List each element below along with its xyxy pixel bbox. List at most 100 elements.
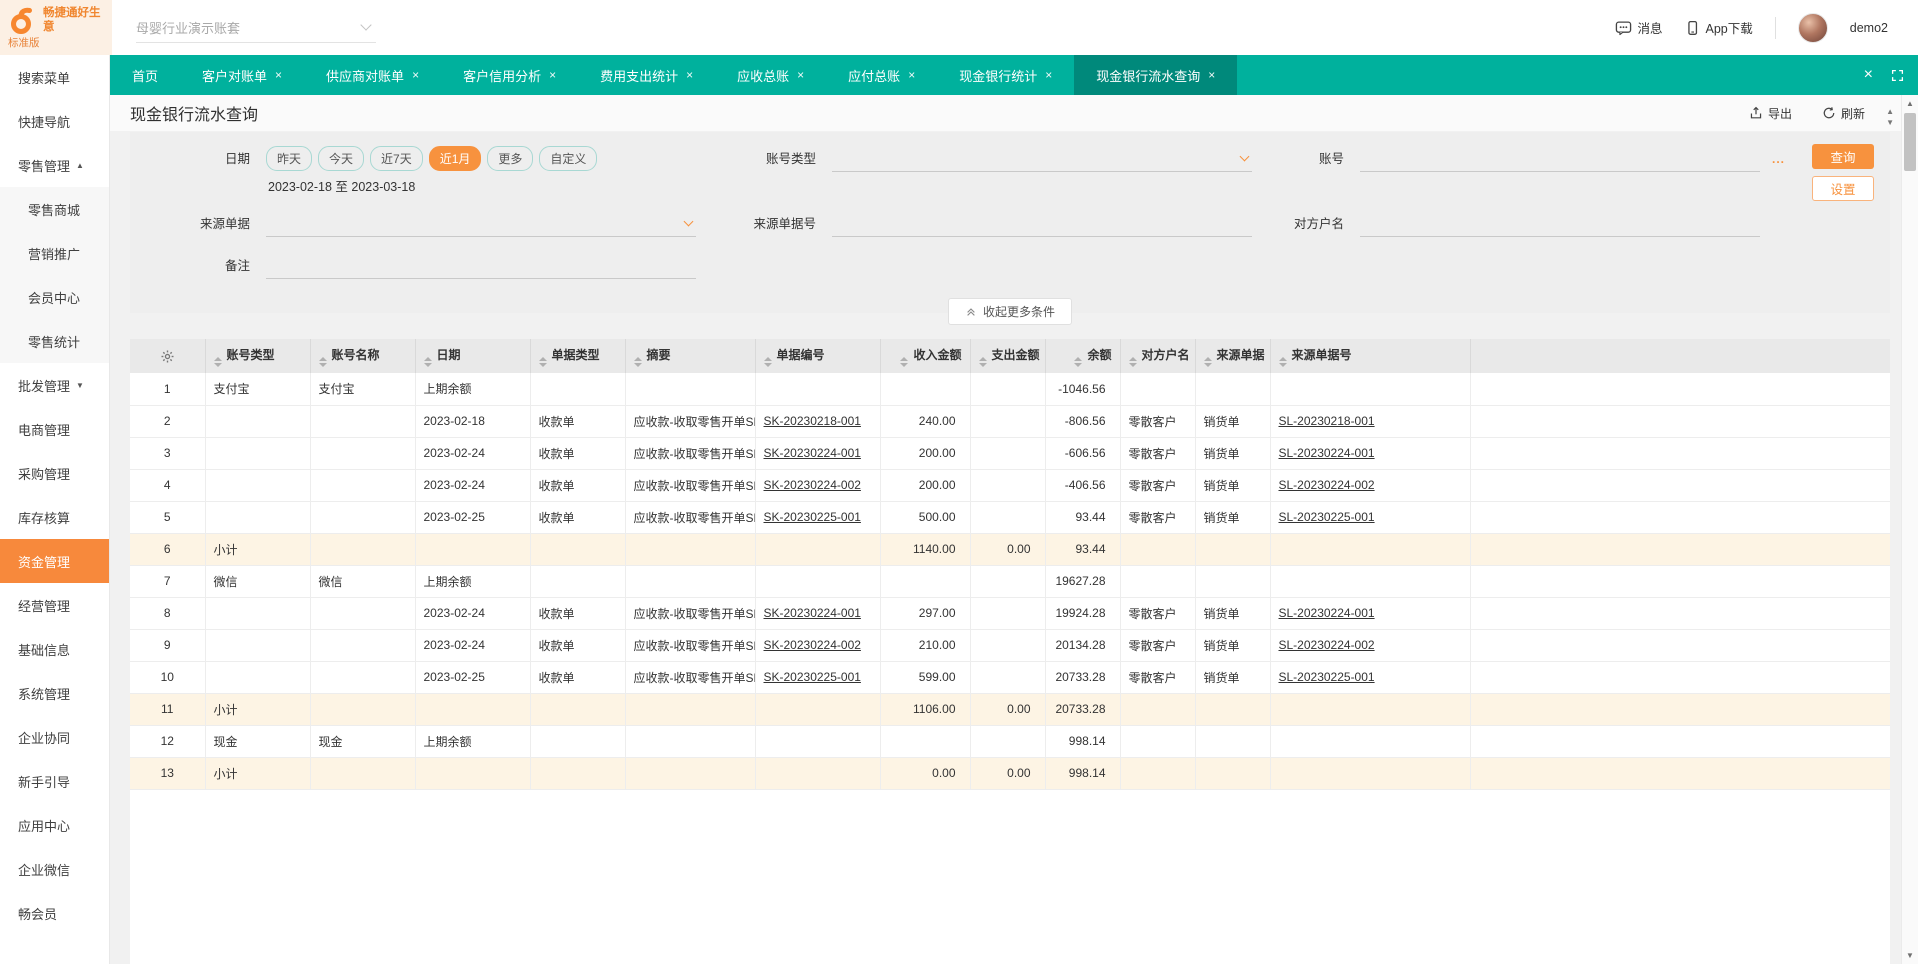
tab-home[interactable]: 首页 <box>110 55 180 95</box>
col-header-balance[interactable]: 余额 <box>1045 339 1121 373</box>
sidebar-item-inventory-accounting[interactable]: 库存核算 <box>0 495 109 539</box>
tab-expense-statistics[interactable]: 费用支出统计 × <box>578 55 715 95</box>
sidebar-item-ecommerce-management[interactable]: 电商管理 <box>0 407 109 451</box>
query-button[interactable]: 查询 <box>1812 144 1874 169</box>
source-doc-select[interactable] <box>266 211 696 237</box>
col-header-account-name[interactable]: 账号名称 <box>310 339 416 373</box>
col-header-expense[interactable]: 支出金额 <box>970 339 1046 373</box>
tab-close-icon[interactable]: × <box>275 68 282 82</box>
document-link[interactable]: SK-20230225-001 <box>764 670 861 684</box>
sidebar-item-enterprise-wechat[interactable]: 企业微信 <box>0 847 109 891</box>
sidebar-item-marketing-promotion[interactable]: 营销推广 <box>0 231 109 275</box>
source-doc-no-field[interactable] <box>832 211 1252 237</box>
sidebar-item-enterprise-collaboration[interactable]: 企业协同 <box>0 715 109 759</box>
username[interactable]: demo2 <box>1850 21 1888 35</box>
account-field[interactable] <box>1360 146 1760 172</box>
scrollbar-up-arrow[interactable]: ▲ <box>1902 99 1918 108</box>
document-link[interactable]: SL-20230224-002 <box>1279 478 1375 492</box>
sidebar-item-operation-management[interactable]: 经营管理 <box>0 583 109 627</box>
tab-receivable-ledger[interactable]: 应收总账 × <box>715 55 826 95</box>
account-set-select[interactable]: 母婴行业演示账套 <box>136 13 376 43</box>
col-header-summary[interactable]: 摘要 <box>625 339 756 373</box>
tab-close-icon[interactable]: × <box>797 68 804 82</box>
account-input[interactable] <box>1360 146 1760 171</box>
sidebar-item-quick-nav[interactable]: 快捷导航 <box>0 99 109 143</box>
document-link[interactable]: SL-20230224-001 <box>1279 606 1375 620</box>
avatar[interactable] <box>1797 12 1828 43</box>
col-header-source-doc[interactable]: 来源单据 <box>1195 339 1271 373</box>
account-type-select[interactable] <box>832 146 1252 172</box>
tab-cash-bank-statistics[interactable]: 现金银行统计 × <box>937 55 1074 95</box>
date-preset-更多[interactable]: 更多 <box>487 146 534 171</box>
document-link[interactable]: SL-20230218-001 <box>1279 414 1375 428</box>
export-button[interactable]: 导出 <box>1749 105 1792 122</box>
settings-button[interactable]: 设置 <box>1812 176 1874 201</box>
messages-button[interactable]: 消息 <box>1615 18 1663 37</box>
sidebar-item-fund-management[interactable]: 资金管理 <box>0 539 109 583</box>
scrollbar-down-arrow[interactable]: ▼ <box>1902 951 1918 960</box>
source-doc-no-input[interactable] <box>832 211 1252 236</box>
sidebar-item-retail-management[interactable]: 零售管理 ▲ <box>0 143 109 187</box>
col-header-source-doc-no[interactable]: 来源单据号 <box>1270 339 1471 373</box>
sidebar-item-basic-info[interactable]: 基础信息 <box>0 627 109 671</box>
document-link[interactable]: SK-20230224-002 <box>764 478 861 492</box>
sidebar-item-retail-mall[interactable]: 零售商城 <box>0 187 109 231</box>
sidebar-item-system-management[interactable]: 系统管理 <box>0 671 109 715</box>
account-type-input[interactable] <box>832 146 1252 171</box>
col-header-date[interactable]: 日期 <box>415 339 531 373</box>
tab-close-icon[interactable]: × <box>686 68 693 82</box>
close-all-tabs-icon[interactable]: × <box>1864 67 1873 83</box>
document-link[interactable]: SK-20230225-001 <box>764 510 861 524</box>
date-preset-今天[interactable]: 今天 <box>318 146 365 171</box>
col-header-doc-no[interactable]: 单据编号 <box>755 339 881 373</box>
tab-close-icon[interactable]: × <box>549 68 556 82</box>
tab-close-icon[interactable]: × <box>908 68 915 82</box>
sidebar-item-retail-statistics[interactable]: 零售统计 <box>0 319 109 363</box>
scrollbar-thumb[interactable] <box>1904 113 1916 171</box>
scroll-up-icon[interactable]: ▲ <box>1886 108 1894 116</box>
document-link[interactable]: SK-20230218-001 <box>764 414 861 428</box>
document-link[interactable]: SK-20230224-001 <box>764 606 861 620</box>
remark-field[interactable] <box>266 253 696 279</box>
remark-input[interactable] <box>266 253 696 278</box>
tab-close-icon[interactable]: × <box>1045 68 1052 82</box>
sidebar-item-app-center[interactable]: 应用中心 <box>0 803 109 847</box>
tab-supplier-statement[interactable]: 供应商对账单 × <box>304 55 441 95</box>
document-link[interactable]: SL-20230224-002 <box>1279 638 1375 652</box>
document-link[interactable]: SL-20230224-001 <box>1279 446 1375 460</box>
app-download-button[interactable]: App下载 <box>1685 18 1753 37</box>
sidebar-item-purchase-management[interactable]: 采购管理 <box>0 451 109 495</box>
col-header-income[interactable]: 收入金额 <box>880 339 971 373</box>
col-header-counterparty[interactable]: 对方户名 <box>1120 339 1196 373</box>
counterparty-field[interactable] <box>1360 211 1760 237</box>
account-picker-trigger[interactable]: ... <box>1772 146 1785 172</box>
fullscreen-icon[interactable] <box>1891 69 1904 82</box>
col-header-doc-type[interactable]: 单据类型 <box>530 339 626 373</box>
vertical-scrollbar[interactable]: ▲ ▼ <box>1901 95 1918 964</box>
sidebar-item-member-center[interactable]: 会员中心 <box>0 275 109 319</box>
column-settings-gear-icon[interactable] <box>130 339 206 373</box>
date-preset-昨天[interactable]: 昨天 <box>266 146 313 171</box>
tab-payable-ledger[interactable]: 应付总账 × <box>826 55 937 95</box>
document-link[interactable]: SK-20230224-001 <box>764 446 861 460</box>
sidebar-item-wholesale-management[interactable]: 批发管理 ▼ <box>0 363 109 407</box>
document-link[interactable]: SL-20230225-001 <box>1279 670 1375 684</box>
source-doc-input[interactable] <box>266 211 696 236</box>
date-preset-近1月[interactable]: 近1月 <box>428 146 482 171</box>
scroll-down-icon[interactable]: ▼ <box>1886 119 1894 127</box>
tab-cash-bank-flow-query[interactable]: 现金银行流水查询 × <box>1074 55 1238 95</box>
sidebar-item-beginner-guide[interactable]: 新手引导 <box>0 759 109 803</box>
tab-customer-credit-analysis[interactable]: 客户信用分析 × <box>441 55 578 95</box>
col-header-account-type[interactable]: 账号类型 <box>205 339 311 373</box>
counterparty-input[interactable] <box>1360 211 1760 236</box>
refresh-button[interactable]: 刷新 <box>1822 105 1865 122</box>
document-link[interactable]: SK-20230224-002 <box>764 638 861 652</box>
collapse-more-conditions-button[interactable]: 收起更多条件 <box>947 298 1073 325</box>
date-preset-自定义[interactable]: 自定义 <box>539 146 598 171</box>
sidebar-item-chang-member[interactable]: 畅会员 <box>0 891 109 935</box>
sidebar-item-search-menu[interactable]: 搜索菜单 <box>0 55 109 99</box>
tab-close-icon[interactable]: × <box>412 68 419 82</box>
document-link[interactable]: SL-20230225-001 <box>1279 510 1375 524</box>
date-preset-近7天[interactable]: 近7天 <box>370 146 423 171</box>
tab-close-icon[interactable]: × <box>1208 68 1215 82</box>
